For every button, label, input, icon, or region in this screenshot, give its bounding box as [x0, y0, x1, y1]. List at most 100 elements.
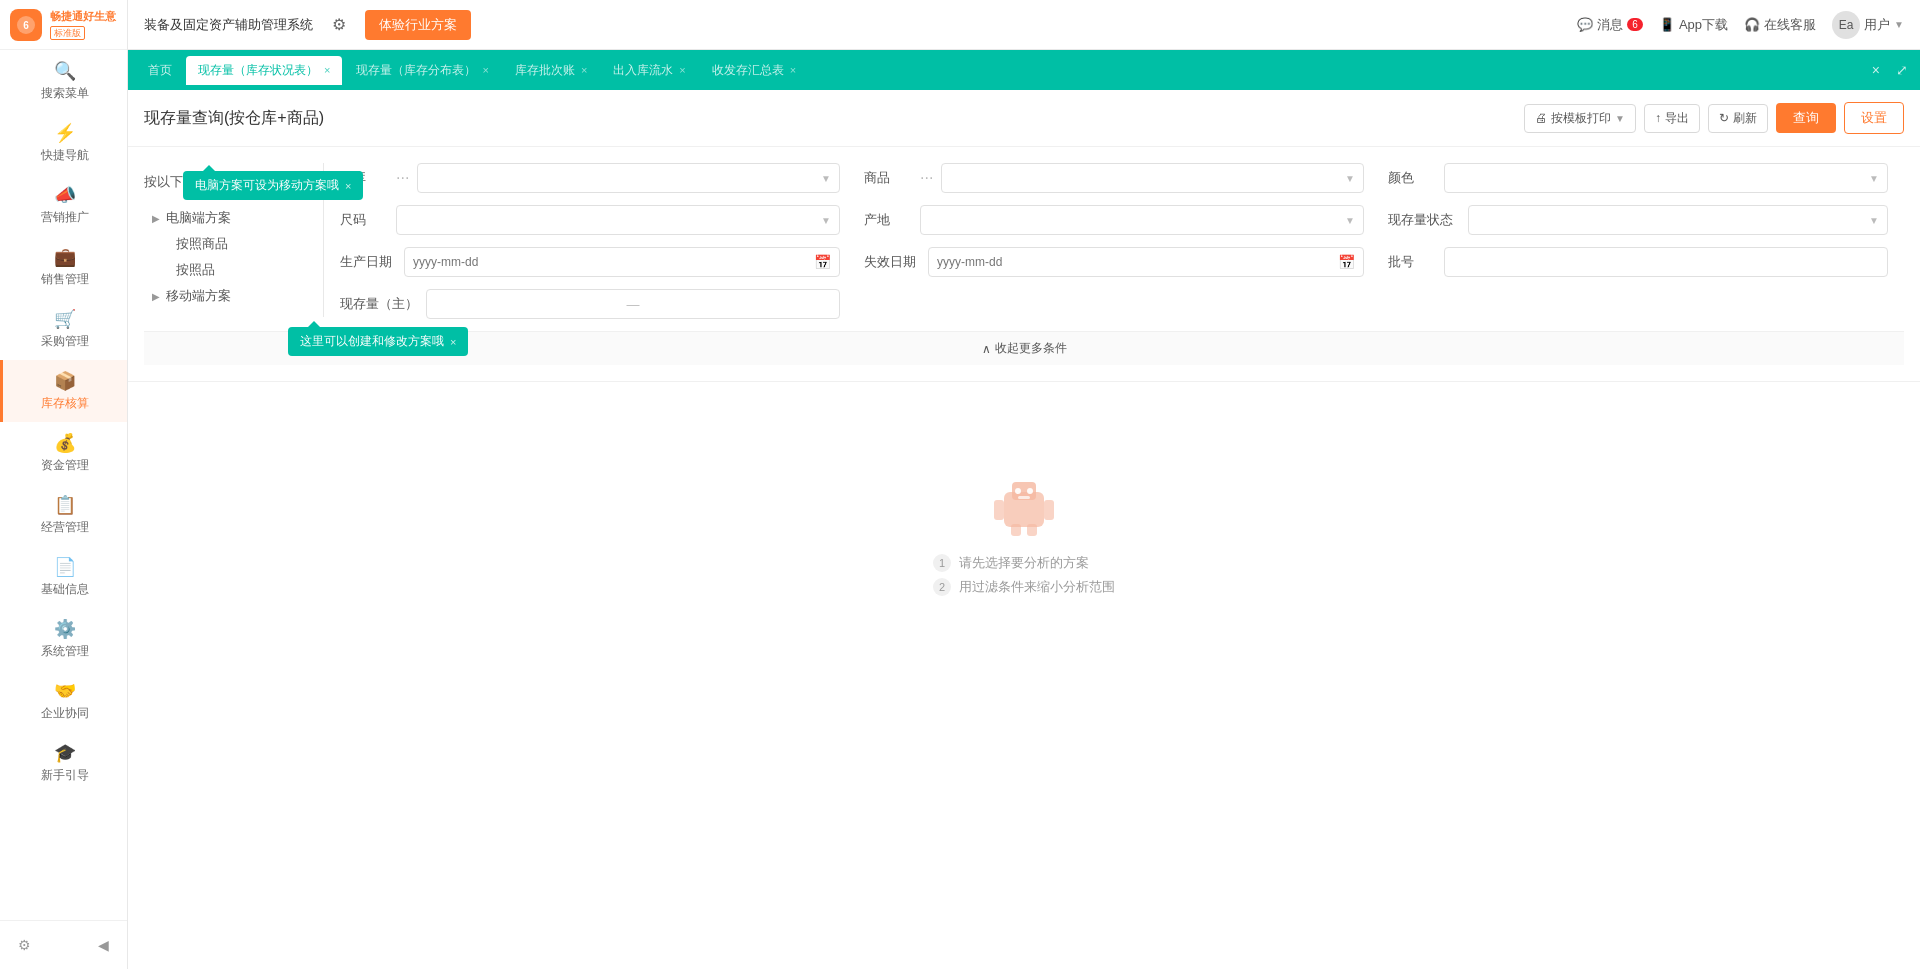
tooltip2-close-btn[interactable]: ×	[450, 336, 456, 348]
empty-step1: 1 请先选择要分析的方案	[933, 554, 1115, 572]
tab-inventory-status[interactable]: 现存量（库存状况表） ×	[186, 56, 342, 85]
header-right: 💬 消息 6 📱 App下载 🎧 在线客服 Ea 用户 ▼	[1577, 11, 1904, 39]
tab-home[interactable]: 首页	[136, 56, 184, 85]
user-area[interactable]: Ea 用户 ▼	[1832, 11, 1904, 39]
filter-fields-row4: 现存量（主） —	[340, 289, 1888, 319]
sidebar-item-sales[interactable]: 💼 销售管理	[0, 236, 127, 298]
tab-close-inventory-status[interactable]: ×	[324, 64, 330, 76]
size-select[interactable]: ▼	[396, 205, 840, 235]
stock-status-arrow-icon: ▼	[1869, 215, 1879, 226]
scheme-item-goods[interactable]: 按照商品	[168, 231, 323, 257]
stock-main-field: 现存量（主） —	[340, 289, 840, 319]
production-date-field: 生产日期 📅	[340, 247, 840, 277]
stock-main-from-input[interactable]	[435, 297, 619, 311]
scheme-mobile[interactable]: ▶ 移动端方案	[144, 283, 323, 309]
tab-close-summary[interactable]: ×	[790, 64, 796, 76]
goods-label: 商品	[864, 169, 912, 187]
tab-inventory-dist[interactable]: 现存量（库存分布表） ×	[344, 56, 500, 85]
marketing-icon: 📣	[54, 184, 76, 206]
sidebar-item-marketing[interactable]: 📣 营销推广	[0, 174, 127, 236]
content-area: 现存量查询(按仓库+商品) 🖨 按模板打印 ▼ ↑ 导出 ↻ 刷新	[128, 90, 1920, 969]
message-icon: 💬	[1577, 17, 1593, 32]
sidebar-item-purchase[interactable]: 🛒 采购管理	[0, 298, 127, 360]
sidebar-item-search[interactable]: 🔍 搜索菜单	[0, 50, 127, 112]
empty-step2: 2 用过滤条件来缩小分析范围	[933, 578, 1115, 596]
settings-bottom-btn[interactable]: ⚙	[10, 931, 38, 959]
svg-point-4	[1015, 488, 1021, 494]
headset-icon: 🎧	[1744, 17, 1760, 32]
sidebar-item-guide[interactable]: 🎓 新手引导	[0, 732, 127, 794]
stock-status-select[interactable]: ▼	[1468, 205, 1888, 235]
tab-close-inventory-dist[interactable]: ×	[482, 64, 488, 76]
scheme-arrow-icon: ▶	[152, 213, 160, 224]
production-date-input[interactable]	[413, 255, 810, 269]
expiry-date-label: 失效日期	[864, 253, 920, 271]
goods-select[interactable]: ▼	[941, 163, 1364, 193]
size-field: 尺码 ▼	[340, 205, 840, 235]
tab-batch[interactable]: 库存批次账 ×	[503, 56, 599, 85]
sidebar-item-inventory[interactable]: 📦 库存核算	[0, 360, 127, 422]
online-service-btn[interactable]: 🎧 在线客服	[1744, 16, 1816, 34]
sidebar: 6 畅捷通好生意 标准版 🔍 搜索菜单 ⚡ 快捷导航 📣 营销推广 💼 销售管理…	[0, 0, 128, 969]
sidebar-item-finance[interactable]: 💰 资金管理	[0, 422, 127, 484]
content-inner: 现存量查询(按仓库+商品) 🖨 按模板打印 ▼ ↑ 导出 ↻ 刷新	[128, 90, 1920, 969]
origin-select[interactable]: ▼	[920, 205, 1364, 235]
warehouse-select[interactable]: ▼	[417, 163, 840, 193]
sidebar-item-operation[interactable]: 📋 经营管理	[0, 484, 127, 546]
tab-close-inout[interactable]: ×	[679, 64, 685, 76]
logo-text: 畅捷通好生意 标准版	[50, 9, 116, 40]
operation-icon: 📋	[54, 494, 76, 516]
export-btn[interactable]: ↑ 导出	[1644, 104, 1700, 133]
color-select[interactable]: ▼	[1444, 163, 1888, 193]
warehouse-more-icon[interactable]: ···	[396, 169, 409, 187]
print-arrow-icon: ▼	[1615, 113, 1625, 124]
collapse-sidebar-btn[interactable]: ◀	[89, 931, 117, 959]
settings-icon[interactable]: ⚙	[325, 11, 353, 39]
reset-btn[interactable]: 设置	[1844, 102, 1904, 134]
scheme-list: ▶ 电脑端方案 这里可以创建和修改方案哦 × 按照商品	[144, 205, 323, 309]
empty-text: 1 请先选择要分析的方案 2 用过滤条件来缩小分析范围	[933, 554, 1115, 596]
printer-icon: 🖨	[1535, 111, 1547, 125]
goods-more-icon[interactable]: ···	[920, 169, 933, 187]
scheme-desktop[interactable]: ▶ 电脑端方案	[144, 205, 323, 231]
refresh-btn[interactable]: ↻ 刷新	[1708, 104, 1768, 133]
tab-inout[interactable]: 出入库流水 ×	[601, 56, 697, 85]
batch-input[interactable]	[1453, 255, 1879, 269]
calendar-icon-expiry[interactable]: 📅	[1338, 254, 1355, 270]
warehouse-field: 仓库 ··· ▼	[340, 163, 840, 193]
expiry-date-input[interactable]	[937, 255, 1334, 269]
calendar-icon-production[interactable]: 📅	[814, 254, 831, 270]
query-btn[interactable]: 查询	[1776, 103, 1836, 133]
header: 装备及固定资产辅助管理系统 ⚙ 体验行业方案 💬 消息 6 📱 App下载 🎧 …	[128, 0, 1920, 50]
close-all-tabs-btn[interactable]: ×	[1868, 58, 1884, 82]
experience-btn[interactable]: 体验行业方案	[365, 10, 471, 40]
collapse-btn[interactable]: ∧ 收起更多条件	[982, 340, 1067, 357]
color-field: 颜色 ▼	[1388, 163, 1888, 193]
sidebar-item-enterprise[interactable]: 🤝 企业协同	[0, 670, 127, 732]
page-actions: 🖨 按模板打印 ▼ ↑ 导出 ↻ 刷新 查询 设置	[1524, 102, 1904, 134]
goods-arrow-icon: ▼	[1345, 173, 1355, 184]
expiry-date-input-wrap: 📅	[928, 247, 1364, 277]
app-download-btn[interactable]: 📱 App下载	[1659, 16, 1728, 34]
filter-fields-area: 仓库 ··· ▼ 商品 ···	[324, 163, 1904, 331]
tab-summary[interactable]: 收发存汇总表 ×	[700, 56, 808, 85]
svg-rect-7	[994, 500, 1004, 520]
sidebar-item-system[interactable]: ⚙️ 系统管理	[0, 608, 127, 670]
tabs-actions: × ⤢	[1868, 58, 1912, 82]
tooltip1-close-btn[interactable]: ×	[345, 180, 351, 192]
message-btn[interactable]: 💬 消息 6	[1577, 16, 1643, 34]
filter-fields-row1: 仓库 ··· ▼ 商品 ···	[340, 163, 1888, 193]
print-btn[interactable]: 🖨 按模板打印 ▼	[1524, 104, 1636, 133]
batch-input-wrap	[1444, 247, 1888, 277]
basic-icon: 📄	[54, 556, 76, 578]
tab-close-batch[interactable]: ×	[581, 64, 587, 76]
inventory-icon: 📦	[54, 370, 76, 392]
warehouse-arrow-icon: ▼	[821, 173, 831, 184]
stock-status-label: 现存量状态	[1388, 211, 1460, 229]
maximize-btn[interactable]: ⤢	[1892, 58, 1912, 82]
stock-main-to-input[interactable]	[648, 297, 832, 311]
sidebar-item-quick[interactable]: ⚡ 快捷导航	[0, 112, 127, 174]
scheme-item-goods2[interactable]: 按照品	[168, 257, 323, 283]
sidebar-item-basic[interactable]: 📄 基础信息	[0, 546, 127, 608]
filter-fields-row3: 生产日期 📅 失效日期 📅	[340, 247, 1888, 277]
